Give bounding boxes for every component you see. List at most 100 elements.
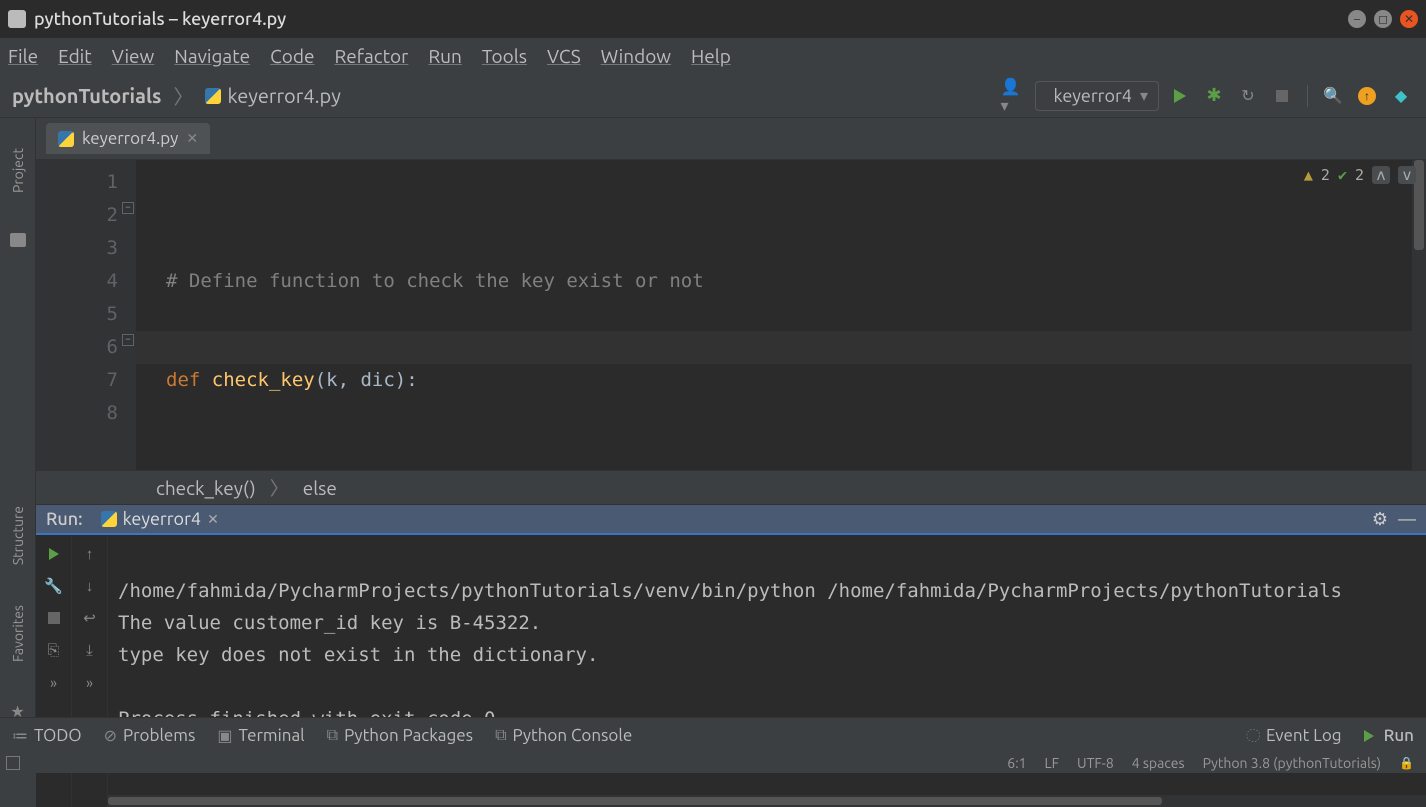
up-icon[interactable]: ↑ (81, 545, 99, 563)
menu-file[interactable]: File (8, 45, 38, 67)
code-line: # Define function to check the key exist… (166, 270, 704, 292)
fold-icon[interactable]: − (122, 334, 134, 346)
stop-button[interactable] (1269, 83, 1295, 109)
run-tab-label: keyerror4 (123, 509, 201, 529)
editor-tab[interactable]: keyerror4.py ✕ (46, 123, 210, 154)
event-log-tab[interactable]: ◌Event Log (1246, 726, 1341, 745)
export-icon[interactable]: ⤓ (81, 641, 99, 659)
python-file-icon (205, 88, 221, 104)
minimize-button[interactable]: – (1348, 10, 1366, 28)
menu-tools[interactable]: Tools (482, 45, 527, 67)
exit-icon[interactable]: ⎘ (45, 641, 63, 659)
minimize-panel-button[interactable]: — (1398, 509, 1416, 529)
menu-window[interactable]: Window (601, 45, 671, 67)
lock-icon[interactable]: 🔒 (1399, 756, 1414, 770)
line-number: 6 (42, 331, 118, 364)
wrap-icon[interactable]: ↩ (81, 609, 99, 627)
coverage-button[interactable]: ↻ (1235, 83, 1261, 109)
menu-code[interactable]: Code (270, 45, 314, 67)
rerun-button[interactable] (45, 545, 63, 563)
run-panel-tab[interactable]: keyerror4 ✕ (93, 505, 227, 533)
console-tab[interactable]: ⧉Python Console (495, 726, 632, 745)
sidebar-tab-structure[interactable]: Structure (10, 506, 26, 565)
line-ending[interactable]: LF (1045, 755, 1060, 771)
search-icon: 🔍 (1323, 86, 1343, 105)
breadcrumb-project[interactable]: pythonTutorials (12, 84, 161, 107)
prev-highlight-button[interactable]: ʌ (1372, 166, 1390, 184)
horizontal-scrollbar[interactable] (108, 795, 1426, 807)
package-icon: ⧉ (327, 726, 338, 745)
ok-icon[interactable]: ✔ (1338, 166, 1347, 184)
line-number: 5 (42, 298, 118, 331)
play-icon (1174, 89, 1186, 103)
line-number: 3 (42, 232, 118, 265)
nav-scope-fn[interactable]: check_key() (156, 477, 256, 499)
run-config-selector[interactable]: keyerror4 ▾ (1035, 81, 1159, 111)
stop-button[interactable] (45, 609, 63, 627)
run-panel-header: Run: keyerror4 ✕ ⚙ — (36, 505, 1426, 535)
python-icon (101, 511, 117, 527)
output-line: The value customer_id key is B-45322. (118, 612, 541, 634)
run-panel-label: Run: (46, 509, 83, 529)
debug-button[interactable]: ✱ (1201, 83, 1227, 109)
menu-view[interactable]: View (112, 45, 155, 67)
bell-icon: ◌ (1246, 727, 1260, 745)
cursor-position[interactable]: 6:1 (1007, 755, 1026, 771)
menu-vcs[interactable]: VCS (547, 45, 581, 67)
next-highlight-button[interactable]: v (1398, 166, 1416, 184)
editor-tab-label: keyerror4.py (82, 129, 178, 148)
sidebar-tab-favorites[interactable]: Favorites (10, 605, 26, 662)
tool-window-icon[interactable] (6, 756, 20, 770)
ide-button[interactable]: ◆ (1388, 83, 1414, 109)
line-number: 4 (42, 265, 118, 298)
output-line: type key does not exist in the dictionar… (118, 644, 598, 666)
warning-count: 2 (1321, 166, 1330, 184)
warning-icon[interactable]: ▲ (1304, 166, 1313, 184)
search-button[interactable]: 🔍 (1320, 83, 1346, 109)
menu-navigate[interactable]: Navigate (174, 45, 250, 67)
todo-tab[interactable]: ≔TODO (12, 726, 82, 745)
user-icon[interactable]: 👤▾ (1001, 83, 1027, 109)
encoding[interactable]: UTF-8 (1077, 755, 1114, 771)
python-file-icon (58, 131, 74, 147)
sidebar-tab-project[interactable]: Project (10, 148, 26, 193)
maximize-button[interactable]: ◻ (1374, 10, 1392, 28)
nav-scope-branch[interactable]: else (303, 477, 337, 499)
fold-icon[interactable]: − (122, 202, 134, 214)
packages-tab[interactable]: ⧉Python Packages (327, 726, 473, 745)
menu-edit[interactable]: Edit (58, 45, 92, 67)
breadcrumb-file[interactable]: keyerror4.py (227, 84, 340, 107)
problems-tab[interactable]: ⊘Problems (104, 726, 196, 745)
update-button[interactable]: ↑ (1354, 83, 1380, 109)
close-button[interactable]: ✕ (1400, 10, 1418, 28)
down-icon[interactable]: ↓ (81, 577, 99, 595)
code-editor[interactable]: 1 2 3 4 5 6 7 8 − − # Define function to… (36, 160, 1426, 470)
more-icon[interactable]: » (45, 673, 63, 691)
close-tab-icon[interactable]: ✕ (207, 511, 219, 528)
more-icon[interactable]: » (81, 673, 99, 691)
run-tab[interactable]: Run (1364, 726, 1414, 745)
close-tab-icon[interactable]: ✕ (186, 130, 198, 147)
folder-icon[interactable] (10, 233, 26, 247)
toolbar-row: pythonTutorials 〉 keyerror4.py 👤▾ keyerr… (0, 74, 1426, 118)
stop-icon (1276, 90, 1288, 102)
wrench-icon[interactable]: 🔧 (45, 577, 63, 595)
console-icon: ⧉ (495, 726, 506, 745)
terminal-tab[interactable]: ▣Terminal (217, 726, 304, 745)
gear-icon[interactable]: ⚙ (1372, 509, 1388, 530)
run-config-name: keyerror4 (1054, 86, 1132, 106)
menu-refactor[interactable]: Refactor (334, 45, 408, 67)
list-icon: ≔ (12, 726, 28, 745)
coverage-icon: ↻ (1241, 86, 1254, 105)
run-button[interactable] (1167, 83, 1193, 109)
breadcrumb: pythonTutorials 〉 keyerror4.py (12, 81, 341, 110)
code-area[interactable]: # Define function to check the key exist… (136, 160, 1426, 470)
indent[interactable]: 4 spaces (1132, 755, 1185, 771)
update-icon: ↑ (1358, 87, 1376, 105)
current-line-highlight (136, 331, 1426, 364)
vertical-scrollbar[interactable] (1412, 160, 1426, 470)
menu-help[interactable]: Help (691, 45, 731, 67)
menu-run[interactable]: Run (428, 45, 462, 67)
interpreter[interactable]: Python 3.8 (pythonTutorials) (1203, 755, 1381, 771)
ide-icon: ◆ (1395, 86, 1407, 105)
